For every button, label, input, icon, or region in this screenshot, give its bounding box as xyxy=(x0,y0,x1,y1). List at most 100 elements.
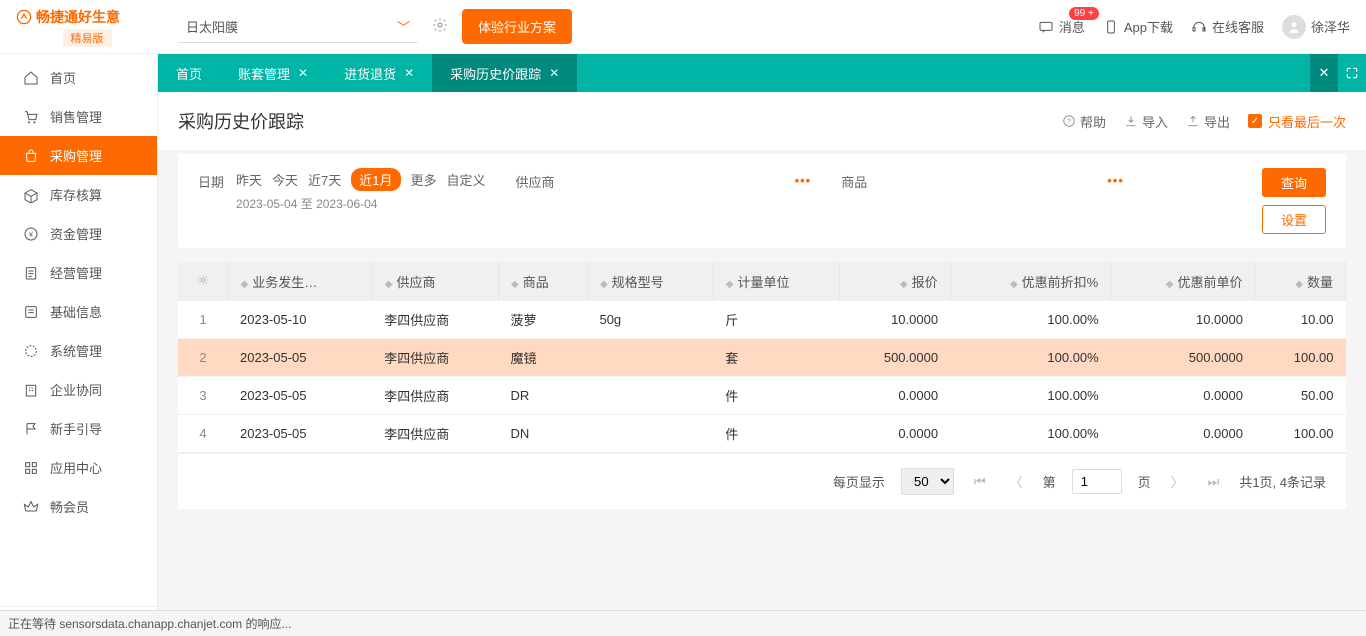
chip-custom[interactable]: 自定义 xyxy=(447,170,486,189)
app-header: 畅捷通好生意 精易版 日太阳膜 ﹀ 体验行业方案 消息 99 + App下载 在… xyxy=(0,0,1366,54)
sidebar-item-apps[interactable]: 应用中心 xyxy=(0,448,157,487)
settings-button[interactable]: 设置 xyxy=(1262,205,1326,234)
col-qty[interactable]: ◆数量 xyxy=(1255,262,1346,301)
headset-icon xyxy=(1191,19,1207,35)
svg-text:?: ? xyxy=(1067,118,1071,125)
col-unit[interactable]: ◆计量单位 xyxy=(713,262,839,301)
col-date[interactable]: ◆业务发生… xyxy=(228,262,372,301)
per-page-select[interactable]: 50 xyxy=(901,468,954,495)
close-icon[interactable]: ✕ xyxy=(298,66,308,80)
chip-7days[interactable]: 近7天 xyxy=(308,170,341,189)
building-icon xyxy=(22,381,40,399)
product-more-icon[interactable]: ••• xyxy=(1107,173,1124,188)
tabs-bar: 首页 账套管理✕ 进货退货✕ 采购历史价跟踪✕ ✕ xyxy=(158,54,1366,92)
gear-icon xyxy=(196,273,210,287)
col-price[interactable]: ◆报价 xyxy=(839,262,950,301)
sort-icon: ◆ xyxy=(241,279,249,290)
date-range: 2023-05-04 至 2023-06-04 xyxy=(236,195,486,212)
username: 徐泽华 xyxy=(1311,17,1350,36)
settings-icon xyxy=(22,342,40,360)
table-row[interactable]: 2 2023-05-05 李四供应商 魔镜 套 500.0000 100.00%… xyxy=(178,339,1346,377)
col-gear[interactable] xyxy=(178,262,228,301)
filter-bar: 日期 昨天 今天 近7天 近1月 更多 自定义 2023-05-04 至 202… xyxy=(178,154,1346,248)
close-icon[interactable]: ✕ xyxy=(404,66,414,80)
crown-icon xyxy=(22,498,40,516)
col-unitprice[interactable]: ◆优惠前单价 xyxy=(1111,262,1255,301)
chip-yesterday[interactable]: 昨天 xyxy=(236,170,262,189)
tab-home[interactable]: 首页 xyxy=(158,54,220,92)
gear-icon[interactable] xyxy=(432,17,448,36)
table-row[interactable]: 4 2023-05-05 李四供应商 DN 件 0.0000 100.00% 0… xyxy=(178,415,1346,453)
status-bar: 正在等待 sensorsdata.chanapp.chanjet.com 的响应… xyxy=(0,610,1366,636)
sort-icon: ◆ xyxy=(385,279,393,290)
query-button[interactable]: 查询 xyxy=(1262,168,1326,197)
logo-text: 畅捷通好生意 xyxy=(36,7,120,27)
chip-today[interactable]: 今天 xyxy=(272,170,298,189)
chip-more[interactable]: 更多 xyxy=(411,170,437,189)
org-selector[interactable]: 日太阳膜 ﹀ xyxy=(178,11,418,43)
close-icon[interactable]: ✕ xyxy=(549,66,559,80)
tab-return[interactable]: 进货退货✕ xyxy=(326,54,432,92)
sidebar-item-sales[interactable]: 销售管理 xyxy=(0,97,157,136)
sidebar-item-business[interactable]: 经营管理 xyxy=(0,253,157,292)
logo-icon xyxy=(16,9,32,25)
import-button[interactable]: 导入 xyxy=(1124,112,1168,131)
logo: 畅捷通好生意 精易版 xyxy=(16,7,158,47)
only-last-checkbox[interactable]: ✓只看最后一次 xyxy=(1248,112,1346,131)
tab-price-history[interactable]: 采购历史价跟踪✕ xyxy=(432,54,577,92)
date-label: 日期 xyxy=(198,168,224,191)
product-input[interactable] xyxy=(879,168,1099,192)
sidebar-item-guide[interactable]: 新手引导 xyxy=(0,409,157,448)
page-input[interactable] xyxy=(1072,469,1122,494)
col-discount[interactable]: ◆优惠前折扣% xyxy=(950,262,1111,301)
sidebar-item-enterprise[interactable]: 企业协同 xyxy=(0,370,157,409)
sort-icon: ◆ xyxy=(1010,279,1018,290)
sort-icon: ◆ xyxy=(600,279,608,290)
sidebar-item-funds[interactable]: ¥资金管理 xyxy=(0,214,157,253)
last-page-button[interactable]: ⏭ xyxy=(1204,474,1224,490)
sidebar-item-purchase[interactable]: 采购管理 xyxy=(0,136,157,175)
supplier-input[interactable] xyxy=(567,168,787,192)
avatar-icon xyxy=(1282,15,1306,39)
help-button[interactable]: ?帮助 xyxy=(1062,112,1106,131)
logo-subtitle: 精易版 xyxy=(63,29,112,47)
next-page-button[interactable]: 〉 xyxy=(1167,472,1188,491)
product-filter: 商品 ••• xyxy=(841,168,1124,193)
prev-page-button[interactable]: 〈 xyxy=(1006,472,1027,491)
export-button[interactable]: 导出 xyxy=(1186,112,1230,131)
checkbox-checked-icon: ✓ xyxy=(1248,114,1262,128)
sidebar-item-inventory[interactable]: 库存核算 xyxy=(0,175,157,214)
col-spec[interactable]: ◆规格型号 xyxy=(587,262,713,301)
online-service-button[interactable]: 在线客服 xyxy=(1191,17,1264,36)
col-supplier[interactable]: ◆供应商 xyxy=(372,262,498,301)
flag-icon xyxy=(22,420,40,438)
fullscreen-button[interactable] xyxy=(1338,54,1366,92)
sidebar-item-member[interactable]: 畅会员 xyxy=(0,487,157,526)
sidebar-item-system[interactable]: 系统管理 xyxy=(0,331,157,370)
supplier-more-icon[interactable]: ••• xyxy=(795,173,812,188)
pagination: 每页显示 50 ⏮ 〈 第 页 〉 ⏭ 共1页, 4条记录 xyxy=(178,453,1346,509)
export-icon xyxy=(1186,114,1200,128)
messages-button[interactable]: 消息 99 + xyxy=(1038,17,1085,36)
sidebar-item-home[interactable]: 首页 xyxy=(0,58,157,97)
main-content: 首页 账套管理✕ 进货退货✕ 采购历史价跟踪✕ ✕ 采购历史价跟踪 ?帮助 导入… xyxy=(158,54,1366,636)
col-product[interactable]: ◆商品 xyxy=(499,262,588,301)
per-page-label: 每页显示 xyxy=(833,472,885,491)
page-header: 采购历史价跟踪 ?帮助 导入 导出 ✓只看最后一次 xyxy=(158,92,1366,150)
user-menu[interactable]: 徐泽华 xyxy=(1282,15,1350,39)
sidebar-item-basic[interactable]: 基础信息 xyxy=(0,292,157,331)
app-download-button[interactable]: App下载 xyxy=(1103,17,1173,36)
home-icon xyxy=(22,69,40,87)
data-table: ◆业务发生… ◆供应商 ◆商品 ◆规格型号 ◆计量单位 ◆报价 ◆优惠前折扣% … xyxy=(178,262,1346,453)
close-all-tabs-button[interactable]: ✕ xyxy=(1310,54,1338,92)
chip-1month[interactable]: 近1月 xyxy=(351,168,400,191)
messages-badge: 99 + xyxy=(1069,7,1099,20)
help-icon: ? xyxy=(1062,114,1076,128)
chevron-down-icon: ﹀ xyxy=(397,17,410,36)
cart-icon xyxy=(22,108,40,126)
experience-button[interactable]: 体验行业方案 xyxy=(462,9,572,44)
table-row[interactable]: 1 2023-05-10 李四供应商 菠萝 50g 斤 10.0000 100.… xyxy=(178,301,1346,339)
table-row[interactable]: 3 2023-05-05 李四供应商 DR 件 0.0000 100.00% 0… xyxy=(178,377,1346,415)
tab-account[interactable]: 账套管理✕ xyxy=(220,54,326,92)
first-page-button[interactable]: ⏮ xyxy=(970,474,990,490)
